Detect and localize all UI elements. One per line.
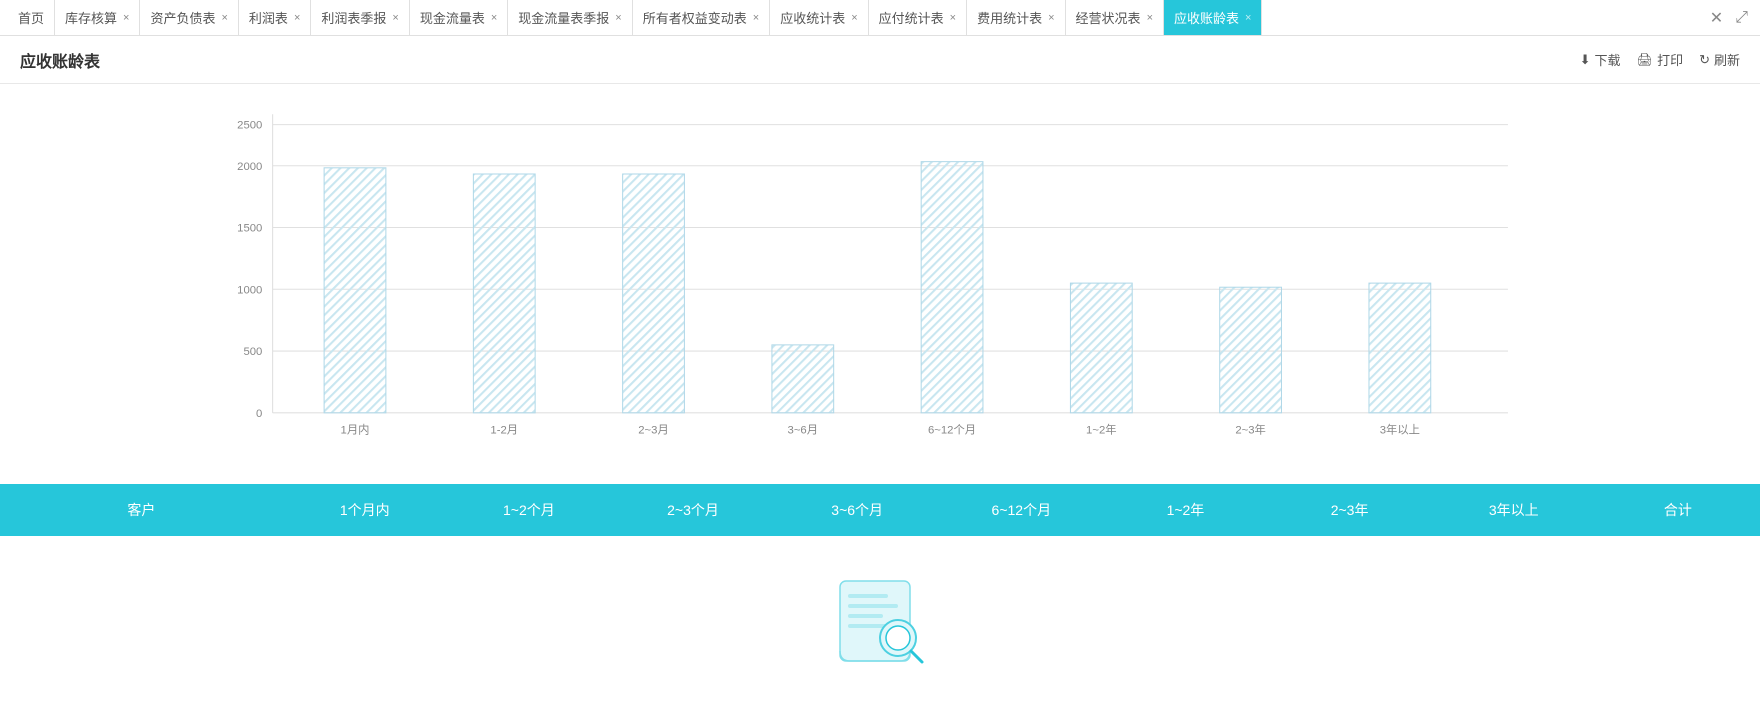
bar-2-3-year: [1220, 287, 1282, 413]
svg-text:6~12个月: 6~12个月: [928, 423, 976, 436]
tab-bar: 首页 库存核算 × 资产负债表 × 利润表 × 利润表季报 × 现金流量表 × …: [0, 0, 1760, 36]
svg-text:3~6月: 3~6月: [788, 424, 819, 436]
empty-state-icon: [820, 566, 940, 676]
col-2-3year: 2~3年: [1268, 500, 1432, 520]
bar-6-12-month: [921, 162, 983, 413]
header-actions: ⬇ 下载 🖨 打印 ↻ 刷新: [1580, 50, 1740, 69]
print-button[interactable]: 🖨 打印: [1637, 50, 1684, 69]
refresh-icon: ↻: [1699, 52, 1710, 68]
col-1month: 1个月内: [283, 500, 447, 520]
tab-ar-stat[interactable]: 应收统计表 ×: [770, 0, 868, 36]
tab-home[interactable]: 首页: [8, 0, 55, 36]
svg-text:2~3年: 2~3年: [1235, 422, 1266, 436]
close-tab-operations[interactable]: ×: [1147, 12, 1153, 24]
col-1-2month: 1~2个月: [447, 500, 611, 520]
tab-balance[interactable]: 资产负债表 ×: [140, 0, 238, 36]
table-header: 客户 1个月内 1~2个月 2~3个月 3~6个月 6~12个月 1~2年 2~…: [0, 484, 1760, 536]
tab-ap-stat[interactable]: 应付统计表 ×: [869, 0, 967, 36]
tab-cashflow-quarterly[interactable]: 现金流量表季报 ×: [508, 0, 632, 36]
close-tab-profit-quarterly[interactable]: ×: [392, 12, 398, 24]
download-button[interactable]: ⬇ 下载: [1580, 50, 1621, 69]
close-tab-inventory[interactable]: ×: [123, 12, 129, 24]
bar-1-2-year: [1070, 283, 1132, 413]
tab-cashflow[interactable]: 现金流量表 ×: [410, 0, 508, 36]
empty-state: [0, 536, 1760, 706]
chart-svg-wrapper: 0 500 1000 1500 2000 2500 1月内 1-2月: [40, 104, 1720, 454]
svg-text:2~3月: 2~3月: [638, 424, 669, 436]
close-tab-cashflow[interactable]: ×: [491, 12, 497, 24]
tab-operations[interactable]: 经营状况表 ×: [1066, 0, 1164, 36]
close-tab-balance[interactable]: ×: [221, 12, 227, 24]
tab-profit-quarterly[interactable]: 利润表季报 ×: [311, 0, 409, 36]
close-tab-ap-stat[interactable]: ×: [950, 12, 956, 24]
col-customer: 客户: [0, 500, 283, 520]
bar-1-month: [324, 168, 386, 413]
col-3plus-year: 3年以上: [1432, 500, 1596, 520]
tab-expense-stat[interactable]: 费用统计表 ×: [967, 0, 1065, 36]
print-icon: 🖨: [1637, 52, 1654, 68]
col-6-12month: 6~12个月: [939, 500, 1103, 520]
col-2-3month: 2~3个月: [611, 500, 775, 520]
svg-text:1000: 1000: [237, 284, 262, 296]
svg-text:2000: 2000: [237, 161, 262, 173]
col-3-6month: 3~6个月: [775, 500, 939, 520]
page-header: 应收账龄表 ⬇ 下载 🖨 打印 ↻ 刷新: [0, 36, 1760, 84]
svg-text:1-2月: 1-2月: [490, 424, 518, 436]
svg-text:1500: 1500: [237, 223, 262, 235]
col-total: 合计: [1596, 500, 1760, 520]
svg-text:1月内: 1月内: [341, 422, 370, 436]
col-1-2year: 1~2年: [1103, 500, 1267, 520]
tab-ar-aging[interactable]: 应收账龄表 ×: [1164, 0, 1262, 36]
close-tab-equity[interactable]: ×: [753, 12, 759, 24]
close-tab-expense-stat[interactable]: ×: [1048, 12, 1054, 24]
close-tab-cashflow-quarterly[interactable]: ×: [615, 12, 621, 24]
main-content: 0 500 1000 1500 2000 2500 1月内 1-2月: [0, 84, 1760, 720]
bar-1-2-month: [473, 174, 535, 413]
close-window-button[interactable]: ✕: [1706, 4, 1727, 32]
close-tab-ar-stat[interactable]: ×: [851, 12, 857, 24]
close-tab-profit[interactable]: ×: [294, 12, 300, 24]
svg-text:1~2年: 1~2年: [1086, 422, 1117, 436]
bar-chart: 0 500 1000 1500 2000 2500 1月内 1-2月: [40, 104, 1720, 454]
download-icon: ⬇: [1580, 52, 1591, 68]
window-controls: ✕ ⤢: [1706, 4, 1752, 32]
svg-text:500: 500: [243, 346, 262, 358]
svg-text:3年以上: 3年以上: [1380, 422, 1420, 436]
svg-text:0: 0: [256, 408, 262, 420]
page-title: 应收账龄表: [20, 48, 100, 72]
tab-profit[interactable]: 利润表 ×: [239, 0, 311, 36]
svg-text:2500: 2500: [237, 120, 262, 132]
bar-3-6-month: [772, 345, 834, 413]
chart-area: 0 500 1000 1500 2000 2500 1月内 1-2月: [0, 84, 1760, 484]
bar-2-3-month: [623, 174, 685, 413]
refresh-button[interactable]: ↻ 刷新: [1699, 50, 1740, 69]
bar-3-plus-year: [1369, 283, 1431, 413]
maximize-window-button[interactable]: ⤢: [1731, 5, 1752, 31]
tab-equity[interactable]: 所有者权益变动表 ×: [633, 0, 770, 36]
tab-inventory[interactable]: 库存核算 ×: [55, 0, 140, 36]
close-tab-ar-aging[interactable]: ×: [1245, 12, 1251, 24]
